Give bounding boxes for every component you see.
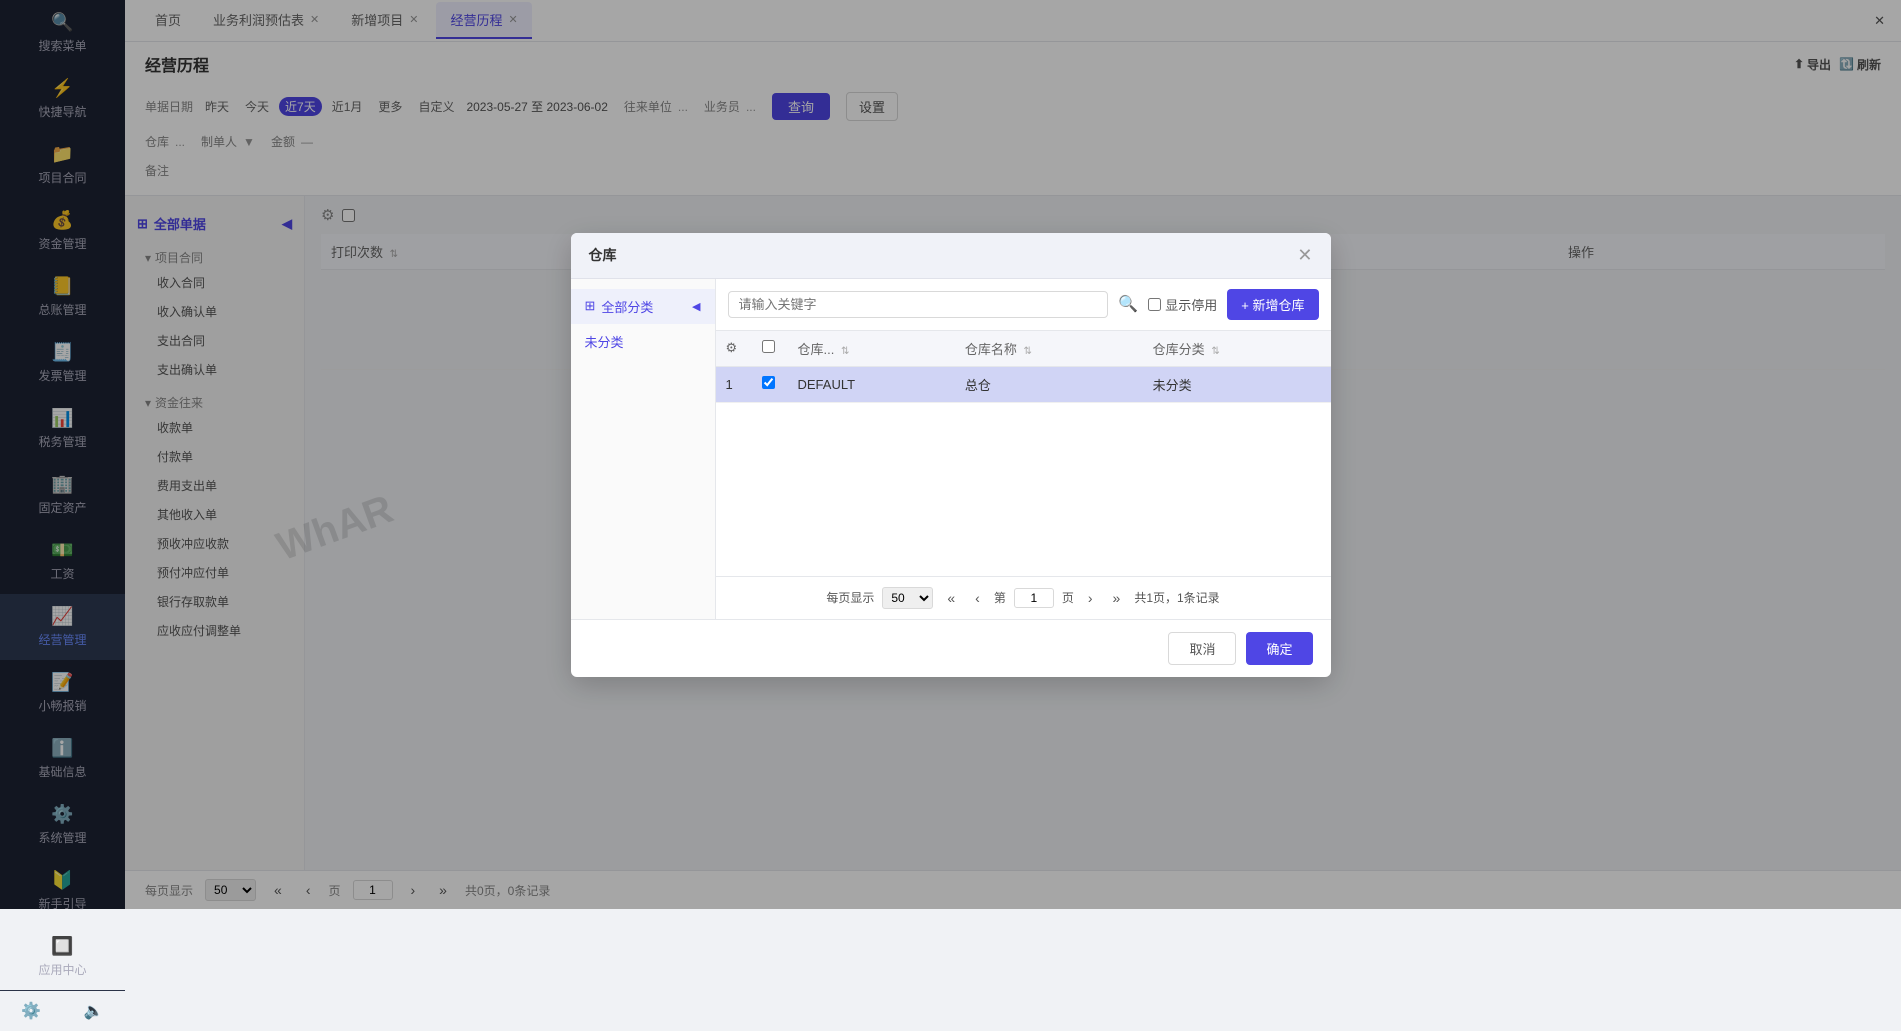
sidebar-bottom: ⚙️ 🔈: [0, 990, 125, 1031]
modal-row-category: 未分类: [1143, 366, 1331, 402]
modal-table-container: ⚙ 仓库... ⇅ 仓库名称: [716, 331, 1331, 576]
modal-col-code: 仓库... ⇅: [788, 331, 955, 367]
modal-prev-page[interactable]: ‹: [969, 588, 986, 608]
show-disabled-label[interactable]: 显示停用: [1148, 295, 1217, 314]
modal-row-code: DEFAULT: [788, 366, 955, 402]
modal-title: 仓库: [589, 245, 617, 265]
modal-row-name: 总仓: [955, 366, 1143, 402]
modal-sort-code: ⇅: [841, 346, 849, 357]
warehouse-modal: 仓库 ✕ ⊞ 全部分类 ◀ 未分类: [571, 233, 1331, 677]
modal-col-gear: ⚙: [716, 331, 752, 367]
modal-row-index: 1: [716, 366, 752, 402]
modal-header: 仓库 ✕: [571, 233, 1331, 279]
sidebar-item-label: 应用中心: [38, 961, 86, 978]
modal-table-select-all[interactable]: [762, 340, 775, 353]
modal-first-page[interactable]: «: [941, 588, 961, 608]
modal-sidebar-scroll: 未分类: [571, 324, 715, 359]
modal-page-suffix: 页: [1062, 589, 1074, 606]
volume-bottom-icon[interactable]: 🔈: [84, 1001, 104, 1021]
modal-footer-actions: 取消 确定: [571, 619, 1331, 677]
modal-sort-name: ⇅: [1024, 346, 1032, 357]
modal-page-input[interactable]: [1014, 588, 1054, 608]
modal-add-warehouse-button[interactable]: + 新增仓库: [1227, 289, 1318, 320]
modal-body: ⊞ 全部分类 ◀ 未分类 🔍 显示停用: [571, 279, 1331, 619]
modal-cancel-button[interactable]: 取消: [1168, 632, 1236, 665]
modal-backdrop: 仓库 ✕ ⊞ 全部分类 ◀ 未分类: [0, 0, 1901, 909]
modal-sidebar-uncategorized[interactable]: 未分类: [571, 324, 715, 359]
modal-search-input[interactable]: [728, 291, 1109, 318]
modal-sidebar-collapse-icon[interactable]: ◀: [692, 300, 700, 313]
modal-total: 共1页，1条记录: [1134, 589, 1219, 606]
modal-col-check: [752, 331, 788, 367]
modal-sidebar-all[interactable]: ⊞ 全部分类 ◀: [571, 289, 715, 324]
modal-sidebar-all-label: 全部分类: [601, 297, 653, 316]
modal-sidebar-grid-icon: ⊞: [585, 298, 596, 314]
modal-toolbar: 🔍 显示停用 + 新增仓库: [716, 279, 1331, 331]
modal-page-size-select[interactable]: 50 10 20 100: [882, 587, 933, 609]
modal-next-page[interactable]: ›: [1082, 588, 1099, 608]
modal-warehouse-table: ⚙ 仓库... ⇅ 仓库名称: [716, 331, 1331, 403]
modal-search-button[interactable]: 🔍: [1118, 294, 1138, 314]
modal-table-row[interactable]: 1 DEFAULT 总仓 未分类: [716, 366, 1331, 402]
modal-pagination: 每页显示 50 10 20 100 « ‹ 第 页 › » 共1页，1条记录: [716, 576, 1331, 619]
modal-page-size-label: 每页显示: [826, 589, 874, 606]
modal-last-page[interactable]: »: [1107, 588, 1127, 608]
modal-close-button[interactable]: ✕: [1297, 245, 1312, 266]
app-center-icon: 🔲: [51, 936, 73, 957]
modal-col-name: 仓库名称 ⇅: [955, 331, 1143, 367]
modal-col-category: 仓库分类 ⇅: [1143, 331, 1331, 367]
modal-sidebar-uncat-label: 未分类: [585, 332, 624, 351]
modal-sort-category: ⇅: [1211, 346, 1219, 357]
modal-content: 🔍 显示停用 + 新增仓库 ⚙: [716, 279, 1331, 619]
show-disabled-checkbox[interactable]: [1148, 298, 1161, 311]
modal-sidebar: ⊞ 全部分类 ◀ 未分类: [571, 279, 716, 619]
modal-page-label: 第: [994, 589, 1006, 606]
modal-confirm-button[interactable]: 确定: [1246, 632, 1312, 665]
settings-bottom-icon[interactable]: ⚙️: [21, 1001, 41, 1021]
sidebar-item-app-center[interactable]: 🔲 应用中心: [0, 924, 125, 990]
modal-row-checkbox[interactable]: [752, 366, 788, 402]
